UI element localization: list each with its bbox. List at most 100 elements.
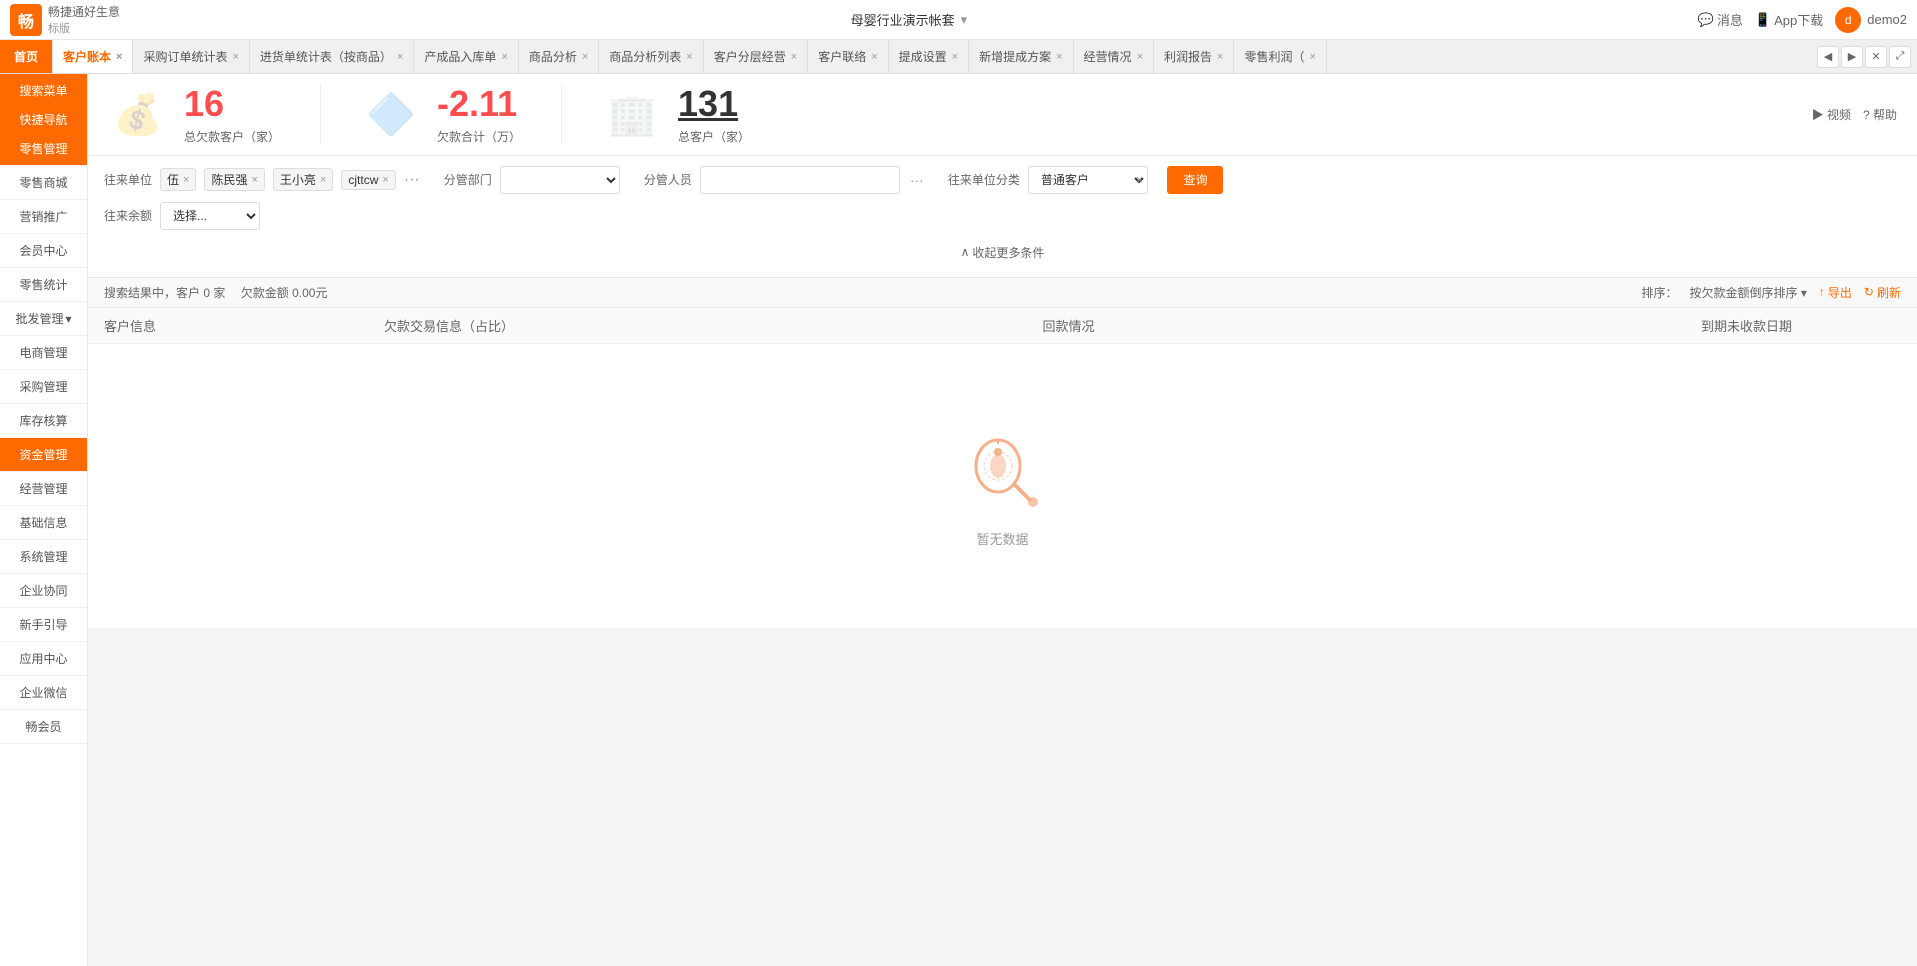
remove-wu-btn[interactable]: × xyxy=(183,174,189,186)
nav-prev-btn[interactable]: ◀ xyxy=(1817,46,1839,68)
sidebar-item-wholesale[interactable]: 批发管理 ▾ xyxy=(0,302,87,336)
empty-state: 暂无数据 xyxy=(88,344,1917,628)
divider xyxy=(320,84,321,144)
chevron-up-icon: ∧ xyxy=(961,245,970,259)
sidebar-item-retail-mgmt[interactable]: 零售管理 xyxy=(0,132,87,166)
unit-type-select-wrapper: 普通客户 xyxy=(1028,166,1148,194)
sidebar-item-capital[interactable]: 资金管理 xyxy=(0,438,87,472)
person-input[interactable] xyxy=(700,166,900,194)
dept-select[interactable] xyxy=(500,166,620,194)
close-icon[interactable]: × xyxy=(1137,51,1143,63)
avatar: d xyxy=(1835,7,1861,33)
dropdown-icon[interactable]: ▾ xyxy=(961,12,968,28)
close-icon[interactable]: × xyxy=(582,51,588,63)
logo-icon: 畅 xyxy=(10,4,42,36)
close-icon[interactable]: × xyxy=(1056,51,1062,63)
export-icon: ↑ xyxy=(1819,285,1825,299)
unit-type-label: 往来单位分类 xyxy=(948,171,1020,188)
nav-tabs: 首页 客户账本 × 采购订单统计表 × 进货单统计表（按商品） × 产成品入库单… xyxy=(0,40,1917,74)
filter-row-1: 往来单位 伍 × 陈民强 × 王小亮 × cjttcw × ··· xyxy=(104,166,1901,194)
app-download-btn[interactable]: 📱 App下载 xyxy=(1755,10,1823,29)
close-icon[interactable]: × xyxy=(871,51,877,63)
close-icon[interactable]: × xyxy=(1217,51,1223,63)
more-tags-btn[interactable]: ··· xyxy=(404,171,420,189)
sidebar-item-operation[interactable]: 经营管理 xyxy=(0,472,87,506)
tab-customer-contact[interactable]: 客户联络 × xyxy=(808,40,888,73)
tab-business-status[interactable]: 经营情况 × xyxy=(1074,40,1154,73)
sidebar-item-purchase[interactable]: 采购管理 xyxy=(0,370,87,404)
refresh-btn[interactable]: ↻ 刷新 xyxy=(1864,284,1901,301)
remove-cjttcw-btn[interactable]: × xyxy=(382,174,388,186)
balance-label: 往来余额 xyxy=(104,207,152,224)
message-btn[interactable]: 💬 消息 xyxy=(1698,10,1743,29)
close-icon[interactable]: × xyxy=(1309,51,1315,63)
tab-home[interactable]: 首页 xyxy=(0,40,53,73)
sidebar-item-retail-stats[interactable]: 零售统计 xyxy=(0,268,87,302)
close-icon[interactable]: × xyxy=(501,51,507,63)
unit-type-select[interactable]: 普通客户 xyxy=(1028,166,1148,194)
sidebar-search[interactable]: 搜索菜单 xyxy=(0,74,87,107)
sidebar-item-marketing[interactable]: 营销推广 xyxy=(0,200,87,234)
header-center: 母婴行业演示帐套 ▾ xyxy=(851,10,968,29)
tab-product-analysis[interactable]: 商品分析 × xyxy=(519,40,599,73)
data-table: 客户信息 欠款交易信息（占比） 回款情况 到期未收款日期 xyxy=(88,308,1917,628)
export-btn[interactable]: ↑ 导出 xyxy=(1819,284,1852,301)
sidebar-item-enterprise-wechat[interactable]: 企业微信 xyxy=(0,676,87,710)
nav-expand-btn[interactable]: ⤢ xyxy=(1889,46,1911,68)
close-icon[interactable]: × xyxy=(686,51,692,63)
sidebar-item-enterprise-collab[interactable]: 企业协同 xyxy=(0,574,87,608)
query-button[interactable]: 查询 xyxy=(1167,166,1223,194)
header-right: 💬 消息 📱 App下载 d demo2 xyxy=(1698,7,1907,33)
tab-retail-profit[interactable]: 零售利润（ × xyxy=(1234,40,1326,73)
sort-dropdown[interactable]: 按欠款金额倒序排序 ▾ xyxy=(1690,284,1807,301)
balance-select[interactable]: 选择... xyxy=(160,202,260,230)
stats-actions: ▶ 视频 ? 帮助 xyxy=(1812,106,1897,123)
collapse-btn[interactable]: ∧ 收起更多条件 xyxy=(953,242,1053,263)
sidebar-item-member[interactable]: 会员中心 xyxy=(0,234,87,268)
sidebar-item-vip[interactable]: 畅会员 xyxy=(0,710,87,744)
result-actions: 排序： 按欠款金额倒序排序 ▾ ↑ 导出 ↻ 刷新 xyxy=(1642,284,1902,301)
remove-unit-type-btn[interactable]: × xyxy=(1136,172,1144,187)
building-icon: 🏢 xyxy=(602,84,662,144)
top-header: 畅 畅捷通好生意 标版 母婴行业演示帐套 ▾ 💬 消息 📱 App下载 d de… xyxy=(0,0,1917,40)
close-icon[interactable]: × xyxy=(952,51,958,63)
message-icon: 💬 xyxy=(1698,12,1714,28)
sidebar-item-system[interactable]: 系统管理 xyxy=(0,540,87,574)
nav-close-all-btn[interactable]: ✕ xyxy=(1865,46,1887,68)
nav-arrows: ◀ ▶ ✕ ⤢ xyxy=(1811,46,1917,68)
tab-purchase-order[interactable]: 采购订单统计表 × xyxy=(133,40,249,73)
logo-text: 畅捷通好生意 xyxy=(48,3,120,20)
close-icon[interactable]: × xyxy=(397,51,403,63)
tab-customer-book[interactable]: 客户账本 × xyxy=(53,40,133,73)
tab-boost-settings[interactable]: 提成设置 × xyxy=(889,40,969,73)
video-btn[interactable]: ▶ 视频 xyxy=(1812,106,1851,123)
help-btn[interactable]: ? 帮助 xyxy=(1863,106,1897,123)
person-label: 分管人员 xyxy=(644,171,692,188)
empty-text: 暂无数据 xyxy=(976,529,1028,548)
sidebar-item-basic-info[interactable]: 基础信息 xyxy=(0,506,87,540)
tab-product-inbound[interactable]: 产成品入库单 × xyxy=(414,40,518,73)
tab-new-boost[interactable]: 新增提成方案 × xyxy=(969,40,1073,73)
tab-product-analysis-list[interactable]: 商品分析列表 × xyxy=(599,40,703,73)
tab-inbound-stats[interactable]: 进货单统计表（按商品） × xyxy=(250,40,414,73)
close-icon[interactable]: × xyxy=(116,51,122,63)
filter-tag-wu: 伍 × xyxy=(160,168,196,191)
close-icon[interactable]: × xyxy=(232,51,238,63)
filter-tag-wang: 王小亮 × xyxy=(273,168,333,191)
tab-customer-segment[interactable]: 客户分层经营 × xyxy=(704,40,808,73)
user-area[interactable]: d demo2 xyxy=(1835,7,1907,33)
sidebar-quick-nav[interactable]: 快捷导航 xyxy=(0,107,87,132)
tab-profit-report[interactable]: 利润报告 × xyxy=(1154,40,1234,73)
col-due-date: 到期未收款日期 xyxy=(1701,316,1901,335)
remove-wang-btn[interactable]: × xyxy=(320,174,326,186)
sidebar-item-app-center[interactable]: 应用中心 xyxy=(0,642,87,676)
credit-customers-label: 总欠款客户（家） xyxy=(184,128,280,145)
sidebar-item-retail-mall[interactable]: 零售商城 xyxy=(0,166,87,200)
remove-chen-btn[interactable]: × xyxy=(251,174,257,186)
close-icon[interactable]: × xyxy=(791,51,797,63)
sidebar-item-inventory[interactable]: 库存核算 xyxy=(0,404,87,438)
stats-bar: 💰 16 总欠款客户（家） 🔷 -2.11 欠款合计（万） 🏢 xyxy=(88,74,1917,156)
sidebar-item-new-guide[interactable]: 新手引导 xyxy=(0,608,87,642)
sidebar-item-ecommerce[interactable]: 电商管理 xyxy=(0,336,87,370)
nav-next-btn[interactable]: ▶ xyxy=(1841,46,1863,68)
